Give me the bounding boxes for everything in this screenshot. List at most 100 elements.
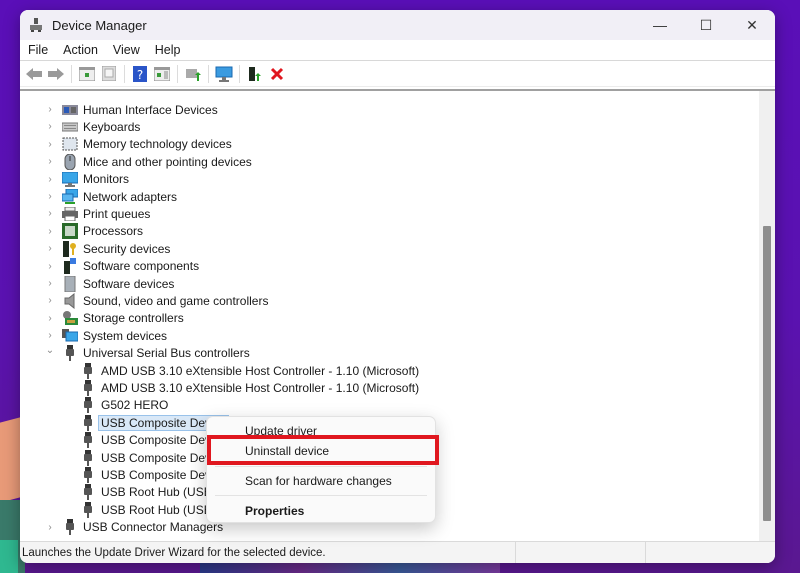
tree-device-item[interactable]: USB Composite Device xyxy=(80,449,226,466)
tree-label: Network adapters xyxy=(83,189,178,204)
usb-icon xyxy=(80,414,96,431)
scan-hardware-button[interactable] xyxy=(213,64,234,84)
toolbar: ? xyxy=(20,61,775,87)
ctx-scan-hardware[interactable]: Scan for hardware changes xyxy=(207,469,435,493)
tree-category-monitors[interactable]: › Monitors xyxy=(44,171,129,188)
minimize-button[interactable]: — xyxy=(637,10,683,40)
expand-chevron-icon[interactable]: › xyxy=(44,226,56,237)
uninstall-device-button[interactable] xyxy=(266,64,287,84)
tree-label: AMD USB 3.10 eXtensible Host Controller … xyxy=(101,363,420,378)
tree-label: Universal Serial Bus controllers xyxy=(83,346,250,361)
software-devices-icon xyxy=(62,275,78,292)
usb-icon xyxy=(80,379,96,396)
menu-view[interactable]: View xyxy=(113,43,140,57)
tree-category-human-interface-devices[interactable]: › Human Interface Devices xyxy=(44,101,217,118)
tree-category-print-queues[interactable]: › Print queues xyxy=(44,205,150,222)
expand-chevron-icon[interactable]: › xyxy=(44,208,56,219)
maximize-button[interactable]: ☐ xyxy=(683,10,729,40)
menu-action[interactable]: Action xyxy=(63,43,98,57)
back-arrow-icon xyxy=(25,67,42,80)
tree-category-sound-video-and-game-controllers[interactable]: › Sound, video and game controllers xyxy=(44,292,268,309)
processor-icon xyxy=(62,223,78,240)
status-cell xyxy=(515,542,645,563)
scrollbar-thumb[interactable] xyxy=(763,226,771,521)
usb-icon xyxy=(62,345,78,362)
tree-device-item[interactable]: G502 HERO xyxy=(80,397,168,414)
forward-button[interactable] xyxy=(45,64,66,84)
expand-chevron-icon[interactable]: › xyxy=(44,243,56,254)
expand-chevron-icon[interactable]: › xyxy=(44,156,56,167)
wallpaper-shape xyxy=(0,417,20,503)
expand-chevron-icon[interactable]: › xyxy=(44,121,56,132)
ctx-separator xyxy=(215,466,427,467)
tree-category-system-devices[interactable]: › System devices xyxy=(44,327,167,344)
toolbar-separator xyxy=(124,64,125,83)
tree-category-universal-serial-bus-controllers[interactable]: ⌄ Universal Serial Bus controllers xyxy=(44,345,250,362)
ctx-properties[interactable]: Properties xyxy=(207,499,435,523)
enable-device-button[interactable] xyxy=(244,64,265,84)
expand-chevron-icon[interactable]: › xyxy=(44,139,56,150)
close-button[interactable]: ✕ xyxy=(729,10,775,40)
status-text: Launches the Update Driver Wizard for th… xyxy=(22,546,326,559)
svg-text:?: ? xyxy=(136,68,142,82)
vertical-scrollbar[interactable] xyxy=(759,91,775,541)
keyboard-icon xyxy=(62,119,78,135)
software-components-icon xyxy=(62,258,78,275)
tree-label: Keyboards xyxy=(83,119,141,134)
tree-category-network-adapters[interactable]: › Network adapters xyxy=(44,188,177,205)
tree-device-item[interactable]: USB Composite Device xyxy=(80,432,226,449)
action-pane-button[interactable] xyxy=(151,64,172,84)
expand-chevron-icon[interactable]: › xyxy=(44,522,56,533)
tree-category-usb-connector-managers[interactable]: › USB Connector Managers xyxy=(44,519,223,536)
tree-label: System devices xyxy=(83,328,168,343)
tree-label: Print queues xyxy=(83,206,151,221)
expand-chevron-icon[interactable]: › xyxy=(44,278,56,289)
device-manager-icon xyxy=(28,17,44,33)
tree-category-keyboards[interactable]: › Keyboards xyxy=(44,118,140,135)
tree-category-memory-technology-devices[interactable]: › Memory technology devices xyxy=(44,136,231,153)
usb-icon xyxy=(80,466,96,483)
usb-icon xyxy=(62,519,78,536)
console-tree-button[interactable] xyxy=(76,64,97,84)
enable-device-icon xyxy=(248,66,261,81)
expand-chevron-icon[interactable]: › xyxy=(44,313,56,324)
menu-file[interactable]: File xyxy=(28,43,48,57)
help-button[interactable]: ? xyxy=(129,64,150,84)
expand-chevron-icon[interactable]: › xyxy=(44,191,56,202)
properties-button[interactable] xyxy=(98,64,119,84)
back-button[interactable] xyxy=(23,64,44,84)
status-bar: Launches the Update Driver Wizard for th… xyxy=(20,541,775,563)
toolbar-separator xyxy=(239,64,240,83)
network-icon xyxy=(62,188,78,205)
tree-category-security-devices[interactable]: › Security devices xyxy=(44,240,170,257)
tree-category-storage-controllers[interactable]: › Storage controllers xyxy=(44,310,184,327)
collapse-chevron-icon[interactable]: ⌄ xyxy=(44,345,56,356)
tree-category-mice-and-other-pointing-devices[interactable]: › Mice and other pointing devices xyxy=(44,153,252,170)
tree-device-item[interactable]: AMD USB 3.10 eXtensible Host Controller … xyxy=(80,379,419,396)
mouse-icon xyxy=(62,153,78,170)
tree-label: Security devices xyxy=(83,241,171,256)
title-bar[interactable]: Device Manager — ☐ ✕ xyxy=(20,10,775,40)
tree-category-processors[interactable]: › Processors xyxy=(44,223,143,240)
tree-device-item[interactable]: AMD USB 3.10 eXtensible Host Controller … xyxy=(80,362,419,379)
menu-help[interactable]: Help xyxy=(155,43,181,57)
expand-chevron-icon[interactable]: › xyxy=(44,104,56,115)
expand-chevron-icon[interactable]: › xyxy=(44,261,56,272)
update-driver-button[interactable] xyxy=(182,64,203,84)
ctx-label: Scan for hardware changes xyxy=(245,474,392,488)
uninstall-x-icon xyxy=(270,67,283,80)
tree-label: Processors xyxy=(83,224,144,239)
expand-chevron-icon[interactable]: › xyxy=(44,330,56,341)
console-tree-icon xyxy=(78,66,95,81)
ctx-label: Properties xyxy=(245,504,305,518)
security-icon xyxy=(62,240,78,257)
tree-category-software-devices[interactable]: › Software devices xyxy=(44,275,174,292)
usb-icon xyxy=(80,362,96,379)
expand-chevron-icon[interactable]: › xyxy=(44,174,56,185)
tree-category-software-components[interactable]: › Software components xyxy=(44,258,199,275)
window-title: Device Manager xyxy=(52,17,147,33)
memory-icon xyxy=(62,136,78,152)
tree-device-item[interactable]: USB Composite Device xyxy=(80,466,226,483)
action-pane-icon xyxy=(153,66,170,81)
expand-chevron-icon[interactable]: › xyxy=(44,295,56,306)
